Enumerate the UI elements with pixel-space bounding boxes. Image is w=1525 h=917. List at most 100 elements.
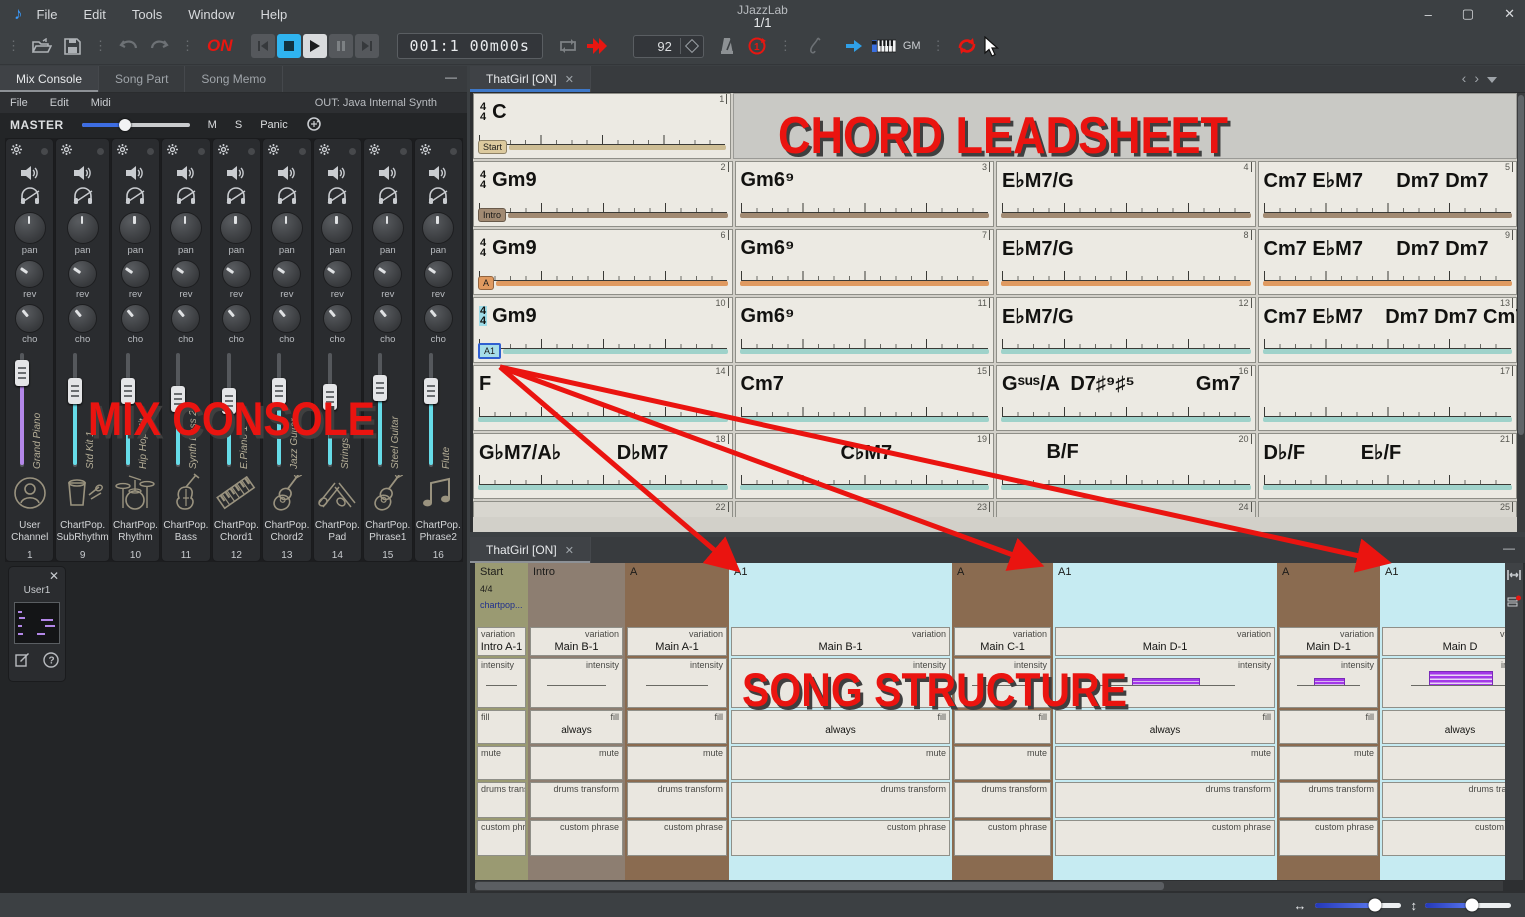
custom-phrase-cell[interactable]: custom phrase	[530, 820, 623, 856]
tempo-control[interactable]: 92	[633, 35, 704, 58]
reverb-knob[interactable]	[68, 260, 97, 289]
pan-knob[interactable]	[14, 212, 46, 244]
leadsheet-measure[interactable]: 14 F	[473, 365, 733, 431]
leadsheet-vertical-scrollbar[interactable]	[1517, 93, 1525, 532]
fill-cell[interactable]: fill always	[1382, 710, 1507, 744]
keyboard-icon[interactable]	[872, 34, 896, 58]
song-part-column[interactable]: A1 variation Main D-1 intensity fill alw…	[1053, 563, 1277, 880]
chord-symbols[interactable]: Gm9	[492, 305, 536, 328]
reverb-knob[interactable]	[323, 260, 352, 289]
song-part-marker[interactable]: A1	[478, 343, 501, 359]
mc-menu-file[interactable]: File	[10, 97, 28, 109]
pan-knob[interactable]	[119, 212, 151, 244]
master-solo-button[interactable]: S	[235, 119, 242, 131]
open-song-icon[interactable]	[30, 34, 54, 58]
song-part-rhythm-link[interactable]: chartpop....	[480, 600, 523, 610]
leadsheet-measure[interactable]: 10 44Gm9 A1	[473, 297, 733, 363]
close-icon[interactable]: ✕	[565, 73, 574, 86]
mute-cell[interactable]: mute	[1382, 746, 1507, 780]
undo-icon[interactable]	[117, 34, 141, 58]
volume-fader[interactable]	[373, 351, 387, 469]
chord-symbols[interactable]: G♭M7/A♭ D♭M7	[479, 440, 668, 465]
precount-icon[interactable]: 1	[745, 34, 769, 58]
intensity-cell[interactable]: intensity	[1382, 658, 1507, 708]
chorus-knob[interactable]	[68, 304, 97, 333]
intensity-cell[interactable]: intensity	[530, 658, 623, 708]
channel-mute-icon[interactable]	[125, 161, 145, 185]
custom-phrase-cell[interactable]: custom phrase	[627, 820, 727, 856]
fill-cell[interactable]: fill always	[731, 710, 950, 744]
mute-cell[interactable]: mute	[731, 746, 950, 780]
leadsheet-measure[interactable]: 23	[735, 501, 995, 517]
leadsheet-nav-icons[interactable]: ‹›	[1462, 70, 1497, 86]
pan-knob[interactable]	[372, 212, 404, 244]
chord-symbols[interactable]: F	[479, 373, 491, 396]
chord-symbols[interactable]: Gm6⁹	[741, 169, 795, 192]
song-part-header[interactable]: A1	[1054, 563, 1276, 625]
variation-cell[interactable]: variation Main B-1	[731, 627, 950, 656]
channel-solo-headphones-icon[interactable]	[225, 185, 247, 209]
leadsheet-measure[interactable]: 12 E♭M7/G	[996, 297, 1256, 363]
chorus-knob[interactable]	[323, 304, 352, 333]
intensity-cell[interactable]: intensity	[1279, 658, 1378, 708]
song-part-header[interactable]: A1	[730, 563, 951, 625]
song-part-header[interactable]: A	[626, 563, 728, 625]
channel-solo-headphones-icon[interactable]	[124, 185, 146, 209]
panel-minimize-icon[interactable]: —	[445, 70, 457, 84]
drums-transform-cell[interactable]: drums transform	[530, 782, 623, 818]
fill-cell[interactable]: fill	[627, 710, 727, 744]
volume-fader[interactable]	[222, 351, 236, 469]
save-icon[interactable]	[60, 34, 84, 58]
reverb-knob[interactable]	[424, 260, 453, 289]
variation-cell[interactable]: variation Main C-1	[954, 627, 1051, 656]
volume-fader[interactable]	[323, 351, 337, 469]
user-phrase-preview[interactable]	[14, 602, 60, 644]
regenerate-icon[interactable]	[955, 34, 979, 58]
close-icon[interactable]: ✕	[565, 544, 574, 557]
channel-mute-icon[interactable]	[428, 161, 448, 185]
custom-phrase-cell[interactable]: custom phrase	[954, 820, 1051, 856]
leadsheet-measure[interactable]: 4 E♭M7/G	[996, 161, 1256, 227]
leadsheet-measure[interactable]: 3 Gm6⁹	[735, 161, 995, 227]
leadsheet-measure[interactable]: 21 D♭/F E♭/F	[1258, 433, 1518, 499]
chord-symbols[interactable]: Cm7 E♭M7 Dm7 Dm7	[1264, 236, 1489, 261]
leadsheet-measure[interactable]: 18 G♭M7/A♭ D♭M7	[473, 433, 733, 499]
vertical-zoom-slider[interactable]	[1425, 903, 1511, 908]
chorus-knob[interactable]	[15, 304, 44, 333]
channel-mute-icon[interactable]	[277, 161, 297, 185]
channel-settings-gear-icon[interactable]	[167, 142, 178, 160]
leadsheet-measure[interactable]: 5 Cm7 E♭M7 Dm7 Dm7	[1258, 161, 1518, 227]
master-volume-slider[interactable]	[82, 123, 190, 127]
fill-cell[interactable]: fill always	[530, 710, 623, 744]
custom-phrase-cell[interactable]: custom phrase	[1382, 820, 1507, 856]
mute-cell[interactable]: mute	[954, 746, 1051, 780]
variation-cell[interactable]: variation Main A-1	[627, 627, 727, 656]
drums-transform-cell[interactable]: drums transform	[731, 782, 950, 818]
drums-transform-cell[interactable]: drums transform	[954, 782, 1051, 818]
song-part-header[interactable]: Intro	[529, 563, 624, 625]
channel-solo-headphones-icon[interactable]	[276, 185, 298, 209]
song-part-column[interactable]: A variation Main A-1 intensity fill mute…	[625, 563, 729, 880]
leadsheet-measure[interactable]: 19 C♭M7	[735, 433, 995, 499]
mute-cell[interactable]: mute	[477, 746, 526, 780]
leadsheet-measure[interactable]: 22	[473, 501, 733, 517]
mc-menu-edit[interactable]: Edit	[50, 97, 69, 109]
reverb-knob[interactable]	[15, 260, 44, 289]
intensity-cell[interactable]: intensity	[954, 658, 1051, 708]
mc-menu-midi[interactable]: Midi	[91, 97, 111, 109]
chorus-knob[interactable]	[121, 304, 150, 333]
song-part-column[interactable]: Intro variation Main B-1 intensity fill …	[528, 563, 625, 880]
fit-width-icon[interactable]	[1507, 567, 1521, 585]
song-part-column[interactable]: A1 variation Main D intensity fill alway…	[1380, 563, 1507, 880]
chord-symbols[interactable]: E♭M7/G	[1002, 304, 1074, 329]
close-button[interactable]: ✕	[1504, 6, 1515, 22]
chord-symbols[interactable]: C	[492, 101, 506, 124]
volume-fader[interactable]	[424, 351, 438, 469]
volume-fader[interactable]	[272, 351, 286, 469]
tab-structure-song[interactable]: ThatGirl [ON]✕	[470, 537, 591, 563]
chord-symbols[interactable]: Cm7	[741, 373, 784, 396]
chorus-knob[interactable]	[424, 304, 453, 333]
chord-symbols[interactable]: B/F	[1002, 441, 1079, 464]
reverb-knob[interactable]	[121, 260, 150, 289]
edit-phrase-icon[interactable]	[15, 652, 30, 673]
